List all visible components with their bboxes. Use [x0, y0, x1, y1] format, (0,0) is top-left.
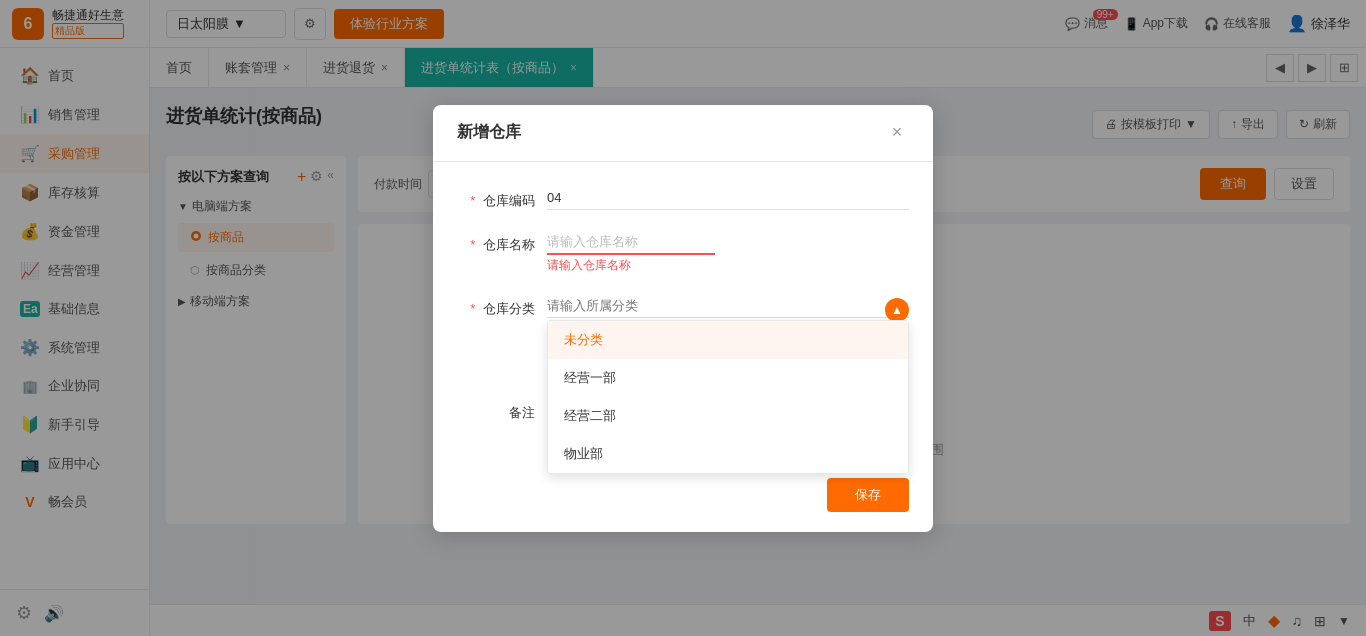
category-arrow-button[interactable]: ▲ — [885, 298, 909, 322]
category-row: * 仓库分类 ▲ 未分类 经营一部 经营二部 物业部 — [457, 294, 909, 318]
dialog-footer: 保存 — [433, 466, 933, 532]
code-input[interactable] — [547, 186, 909, 210]
category-select-wrapper: ▲ — [547, 294, 909, 318]
code-label: * 仓库编码 — [457, 186, 547, 210]
modal-overlay: 新增仓库 × * 仓库编码 * 仓库名称 — [0, 0, 1366, 636]
dropdown-item-property[interactable]: 物业部 — [548, 435, 908, 473]
dropdown-item-ops1[interactable]: 经营一部 — [548, 359, 908, 397]
dialog-header: 新增仓库 × — [433, 105, 933, 162]
dropdown-item-uncategorized[interactable]: 未分类 — [548, 321, 908, 359]
dialog-body: * 仓库编码 * 仓库名称 请输入仓库名称 — [433, 162, 933, 466]
code-row: * 仓库编码 — [457, 186, 909, 210]
new-warehouse-dialog: 新增仓库 × * 仓库编码 * 仓库名称 — [433, 105, 933, 532]
category-dropdown: 未分类 经营一部 经营二部 物业部 — [547, 320, 909, 474]
save-button[interactable]: 保存 — [827, 478, 909, 512]
required-star: * — [470, 193, 475, 208]
note-label: 备注 — [457, 398, 547, 422]
name-input[interactable] — [547, 230, 715, 255]
category-label: * 仓库分类 — [457, 294, 547, 318]
required-star: * — [470, 237, 475, 252]
dialog-title: 新增仓库 — [457, 122, 521, 143]
chevron-up-icon: ▲ — [891, 303, 903, 317]
name-error-msg: 请输入仓库名称 — [547, 258, 631, 272]
dropdown-item-ops2[interactable]: 经营二部 — [548, 397, 908, 435]
name-row: * 仓库名称 请输入仓库名称 — [457, 230, 909, 274]
name-label: * 仓库名称 — [457, 230, 547, 254]
required-star: * — [470, 301, 475, 316]
dialog-close-button[interactable]: × — [885, 121, 909, 145]
category-input[interactable] — [547, 294, 909, 318]
